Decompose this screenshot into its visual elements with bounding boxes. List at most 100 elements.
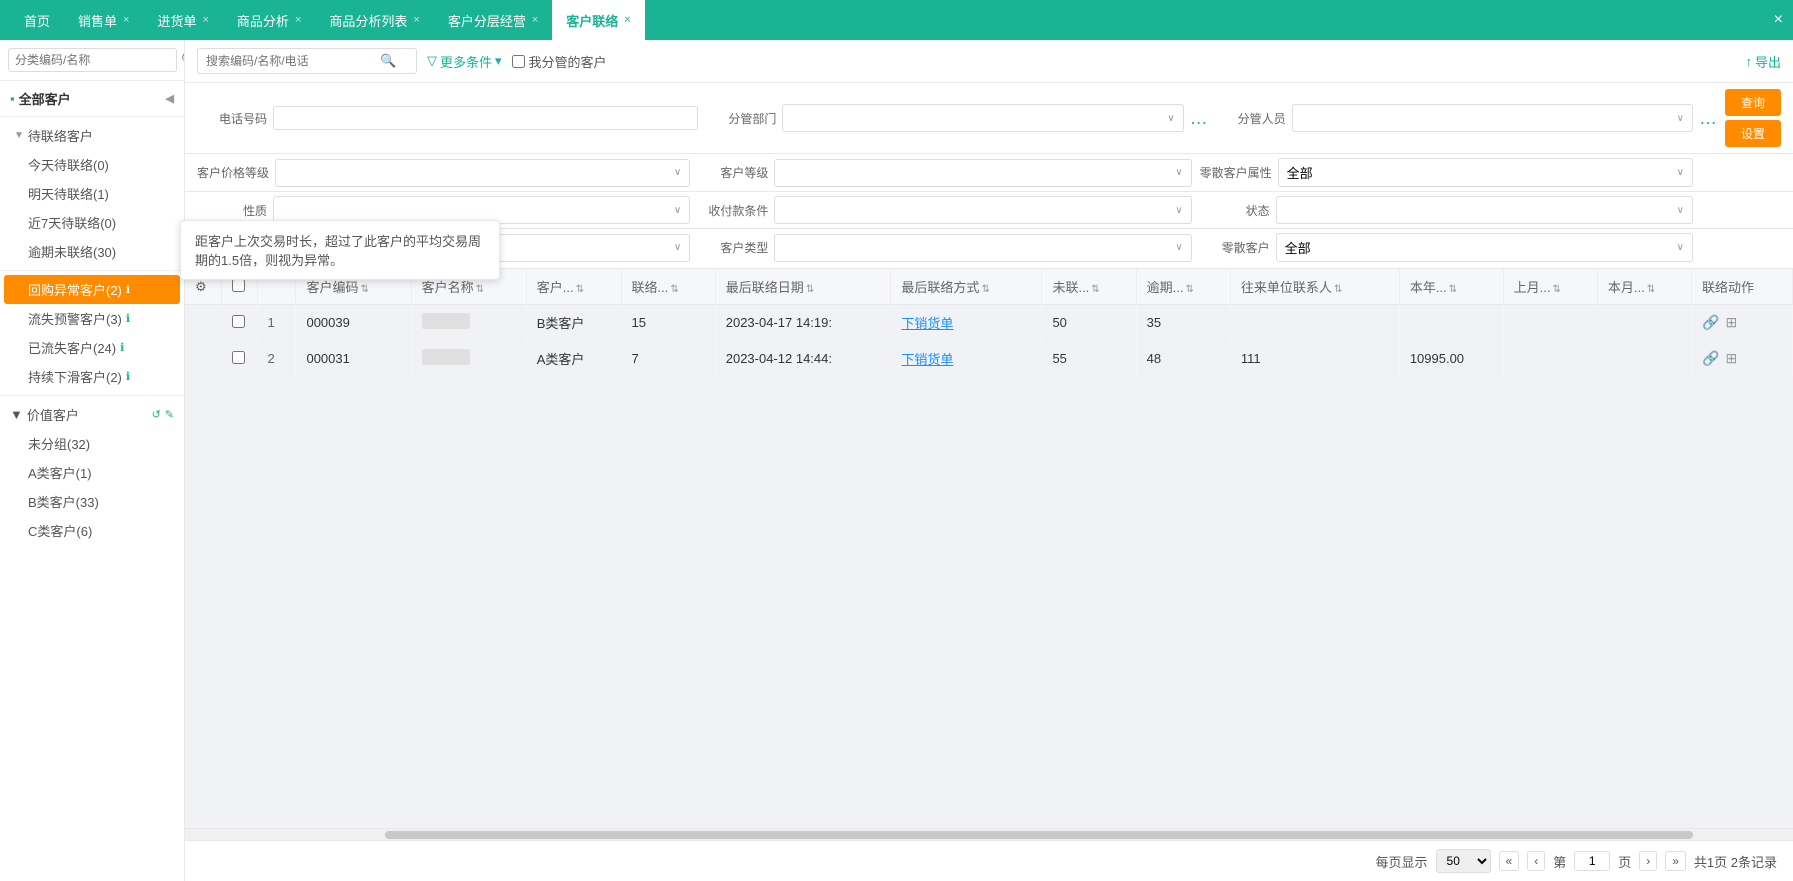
all-customers-header[interactable]: ▪ 全部客户 ◀ [0,81,184,117]
select-all-checkbox[interactable] [232,279,245,292]
not-contact-col-header[interactable]: 未联...⇅ [1042,269,1136,305]
row2-last-method[interactable]: 下销货单 [891,341,1042,377]
row2-grid-icon[interactable]: ⊞ [1725,350,1737,367]
overdue-col-header[interactable]: 逾期...⇅ [1136,269,1230,305]
row1-grid-icon[interactable]: ⊞ [1725,314,1737,331]
this-year-col-header[interactable]: 本年...⇅ [1399,269,1503,305]
customer-grade-select[interactable]: ∨ [774,159,1191,187]
close-all-button[interactable]: × [1774,11,1783,29]
table-scroll-container[interactable]: ⚙ 客户编码⇅ 客户名称⇅ 客户...⇅ 联络...⇅ 最后联络日期⇅ 最后联络… [185,269,1793,828]
customer-table: ⚙ 客户编码⇅ 客户名称⇅ 客户...⇅ 联络...⇅ 最后联络日期⇅ 最后联络… [185,269,1793,377]
unit-contact-col-header[interactable]: 往来单位联系人⇅ [1230,269,1399,305]
page-label-2: 页 [1618,852,1631,871]
close-customer-segment-tab[interactable]: × [532,14,538,26]
price-grade-select[interactable]: ∨ [275,159,690,187]
nav-customer-segment[interactable]: 客户分层经营 × [434,0,552,40]
person-more-icon[interactable]: … [1699,108,1717,129]
row1-last-month [1503,305,1597,341]
row2-this-year: 10995.00 [1399,341,1503,377]
nav-sales[interactable]: 销售单 × [64,0,143,40]
sidebar-item-tomorrow[interactable]: 明天待联络(1) [0,179,184,208]
nav-customer-contact[interactable]: 客户联络 × [552,0,644,40]
dept-filter: 分管部门 ∨ … [706,104,1207,132]
contact-col-header[interactable]: 联络...⇅ [621,269,715,305]
search-icon[interactable]: 🔍 [380,53,396,69]
row2-code: 000031 [296,341,411,377]
row1-this-month [1597,305,1691,341]
first-page-button[interactable]: « [1499,851,1520,871]
status-filter: 状态 ∨ [1200,196,1693,224]
set-button[interactable]: 设置 [1725,120,1781,147]
retail-select[interactable]: 全部∨ [1276,233,1693,262]
page-input[interactable] [1574,851,1610,871]
row1-this-year [1399,305,1503,341]
last-contact-method-col-header[interactable]: 最后联络方式⇅ [891,269,1042,305]
dept-more-icon[interactable]: … [1190,108,1208,129]
row1-check[interactable] [232,315,245,328]
row1-checkbox[interactable] [221,305,257,341]
person-select[interactable]: ∨ [1292,104,1693,132]
last-month-col-header[interactable]: 上月...⇅ [1503,269,1597,305]
row2-link-icon[interactable]: 🔗 [1702,350,1719,367]
this-month-col-header[interactable]: 本月...⇅ [1597,269,1691,305]
edit-icon[interactable]: ✎ [165,408,174,421]
close-product-analysis-tab[interactable]: × [295,14,301,26]
sidebar-item-overdue[interactable]: 逾期未联络(30) [0,237,184,266]
dept-select[interactable]: ∨ [782,104,1183,132]
my-customers-checkbox[interactable]: 我分管的客户 [512,52,607,71]
customer-type-label: 客户类型 [698,239,768,256]
next-page-button[interactable]: › [1639,851,1657,871]
status-select[interactable]: ∨ [1276,196,1693,224]
retail-attr-select[interactable]: 全部∨ [1278,158,1693,187]
sidebar-item-ungrouped[interactable]: 未分组(32) [0,429,184,458]
phone-input[interactable] [273,106,698,130]
scrollbar-thumb[interactable] [385,831,1693,839]
sidebar-item-repurchase-anomaly[interactable]: 回购异常客户(2) ℹ [4,275,180,304]
nav-purchase[interactable]: 进货单 × [143,0,222,40]
query-button[interactable]: 查询 [1725,89,1781,116]
nav-home[interactable]: 首页 [10,0,64,40]
customer-type-select[interactable]: ∨ [774,234,1191,262]
per-page-select[interactable]: 50 20 100 [1436,849,1491,873]
value-customer-group-header[interactable]: ▼ 价值客户 ↺ ✎ [0,400,184,429]
row2-check[interactable] [232,351,245,364]
close-product-analysis-list-tab[interactable]: × [413,14,419,26]
row2-type: A类客户 [526,341,621,377]
row1-code: 000039 [296,305,411,341]
close-customer-contact-tab[interactable]: × [624,14,630,26]
row2-checkbox[interactable] [221,341,257,377]
more-conditions-btn[interactable]: ▽ 更多条件 ▾ [427,52,502,71]
search-input[interactable] [206,54,376,68]
row1-last-method[interactable]: 下销货单 [891,305,1042,341]
retail-filter: 零散客户 全部∨ [1200,233,1693,262]
last-contact-date-col-header[interactable]: 最后联络日期⇅ [715,269,891,305]
payment-select[interactable]: ∨ [774,196,1191,224]
sidebar-item-b-class[interactable]: B类客户(33) [0,487,184,516]
collapse-sidebar-icon[interactable]: ◀ [166,92,174,105]
last-page-button[interactable]: » [1665,851,1686,871]
export-button[interactable]: ↑ 导出 [1745,52,1781,71]
close-sales-tab[interactable]: × [123,14,129,26]
sidebar-item-churn-warning[interactable]: 流失预警客户(3) ℹ [0,304,184,333]
sort-icon-type: ⇅ [576,284,584,295]
my-customers-check[interactable] [512,55,525,68]
sidebar-item-declining[interactable]: 持续下滑客户(2) ℹ [0,362,184,391]
customer-type-col-header[interactable]: 客户...⇅ [526,269,621,305]
sidebar-item-a-class[interactable]: A类客户(1) [0,458,184,487]
sidebar-item-c-class[interactable]: C类客户(6) [0,516,184,545]
prev-page-button[interactable]: ‹ [1527,851,1545,871]
row1-link-icon[interactable]: 🔗 [1702,314,1719,331]
sidebar-search-input[interactable] [8,48,177,72]
close-purchase-tab[interactable]: × [202,14,208,26]
sidebar-item-7days[interactable]: 近7天待联络(0) [0,208,184,237]
nav-product-analysis-list[interactable]: 商品分析列表 × [315,0,433,40]
sidebar-item-today[interactable]: 今天待联络(0) [0,150,184,179]
sidebar-item-churned[interactable]: 已流失客户(24) ℹ [0,333,184,362]
pending-contact-group-header[interactable]: ▼ 待联络客户 [0,121,184,150]
horizontal-scrollbar-area[interactable] [185,828,1793,840]
nav-product-analysis[interactable]: 商品分析 × [223,0,315,40]
top-navigation: 首页 销售单 × 进货单 × 商品分析 × 商品分析列表 × 客户分层经营 × … [0,0,1793,40]
refresh-icon[interactable]: ↺ [152,408,161,421]
special-items-section: 回购异常客户(2) ℹ 流失预警客户(3) ℹ 已流失客户(24) ℹ 持续下滑… [0,270,184,395]
row2-unit-contact: 111 [1230,341,1399,377]
